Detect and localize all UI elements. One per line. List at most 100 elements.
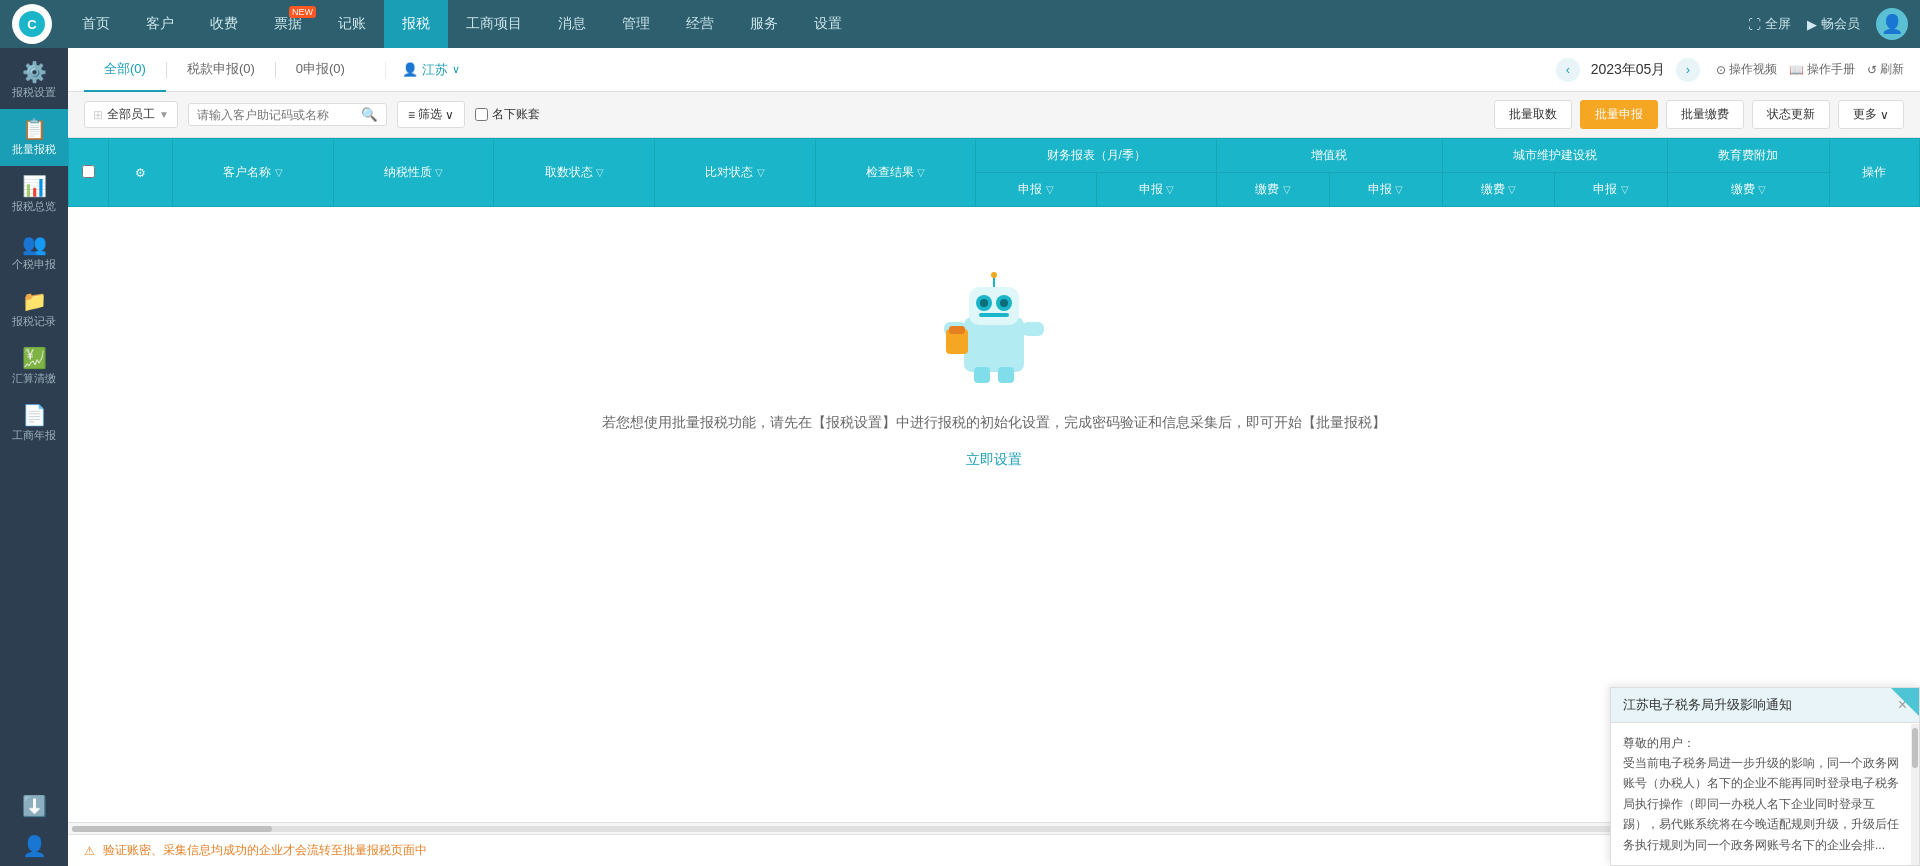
sidebar-item-tax-records[interactable]: 📁 报税记录: [0, 281, 68, 338]
notification-header: 江苏电子税务局升级影响通知 ×: [1611, 688, 1919, 723]
sidebar-item-settlement[interactable]: 💹 汇算清缴: [0, 338, 68, 395]
svg-rect-14: [949, 326, 965, 334]
nav-bookkeeping[interactable]: 记账: [320, 0, 384, 48]
nav-invoice[interactable]: 票据 NEW: [256, 0, 320, 48]
employee-select[interactable]: ⊞ 全部员工 ▼: [84, 101, 178, 128]
client-name-filter-icon[interactable]: ▽: [275, 167, 283, 178]
notification-body: 尊敬的用户： 受当前电子税务局进一步升级的影响，同一个政务网账号（办税人）名下的…: [1611, 723, 1919, 865]
tax-records-icon: 📁: [22, 291, 47, 311]
refresh-link[interactable]: ↺ 刷新: [1867, 61, 1904, 78]
app-logo[interactable]: C: [12, 4, 52, 44]
prev-arrow-icon: ‹: [1566, 62, 1570, 77]
next-month-button[interactable]: ›: [1676, 58, 1700, 82]
header-vat-pay: 缴费 ▽: [1217, 173, 1330, 207]
nav-operation[interactable]: 经营: [668, 0, 732, 48]
header-financial-report: 财务报表（月/季）: [976, 139, 1217, 173]
tax-settings-icon: ⚙️: [22, 62, 47, 82]
region-person-icon: 👤: [402, 62, 418, 77]
gear-icon[interactable]: ⚙: [135, 166, 146, 180]
setup-link[interactable]: 立即设置: [966, 451, 1022, 469]
vat-declare-filter-icon[interactable]: ▽: [1166, 184, 1174, 195]
sidebar-item-tax-summary[interactable]: 📊 报税总览: [0, 166, 68, 223]
robot-illustration: [934, 267, 1054, 390]
name-checkbox[interactable]: [475, 108, 488, 121]
sidebar: ⚙️ 报税设置 📋 批量报税 📊 报税总览 👥 个税申报 📁 报税记录 💹 汇算…: [0, 48, 68, 866]
nav-management[interactable]: 管理: [604, 0, 668, 48]
fetch-status-filter-icon[interactable]: ▽: [596, 167, 604, 178]
tab-zero-declare[interactable]: 0申报(0): [276, 48, 365, 92]
fin-declare-filter-icon[interactable]: ▽: [1046, 184, 1054, 195]
filter-icon: ≡: [408, 108, 415, 122]
nav-home[interactable]: 首页: [64, 0, 128, 48]
sidebar-item-personal-tax[interactable]: 👥 个税申报: [0, 224, 68, 281]
tab-all[interactable]: 全部(0): [84, 48, 166, 92]
region-select[interactable]: 👤 江苏 ∨: [385, 61, 472, 79]
nav-tax[interactable]: 报税: [384, 0, 448, 48]
video-icon: ⊙: [1716, 63, 1726, 77]
empty-text: 若您想使用批量报税功能，请先在【报税设置】中进行报税的初始化设置，完成密码验证和…: [602, 410, 1386, 435]
tabs-right: ⊙ 操作视频 📖 操作手册 ↺ 刷新: [1716, 61, 1904, 78]
filter-right: 批量取数 批量申报 批量缴费 状态更新 更多 ∨: [1494, 100, 1904, 129]
sidebar-item-batch-tax[interactable]: 📋 批量报税: [0, 109, 68, 166]
notif-scroll-thumb: [1912, 728, 1918, 768]
svg-point-7: [1000, 299, 1008, 307]
more-button[interactable]: 更多 ∨: [1838, 100, 1904, 129]
batch-declare-button[interactable]: 批量申报: [1580, 100, 1658, 129]
prev-month-button[interactable]: ‹: [1556, 58, 1580, 82]
nav-customer[interactable]: 客户: [128, 0, 192, 48]
member-button[interactable]: ▶ 畅会员: [1807, 15, 1860, 33]
nav-industry[interactable]: 工商项目: [448, 0, 540, 48]
batch-pay-button[interactable]: 批量缴费: [1666, 100, 1744, 129]
edu-declare-filter-icon[interactable]: ▽: [1621, 184, 1629, 195]
more-arrow-icon: ∨: [1880, 108, 1889, 122]
nav-items: 首页 客户 收费 票据 NEW 记账 报税 工商项目 消息 管理 经营 服务 设…: [64, 0, 1748, 48]
svg-rect-2: [964, 317, 1024, 372]
filter-row: ⊞ 全部员工 ▼ 🔍 ≡ 筛选 ∨ 名下账套 批量取数 批量申报 批量缴费: [68, 92, 1920, 138]
sidebar-item-download[interactable]: ⬇️: [0, 786, 68, 826]
compare-status-filter-icon[interactable]: ▽: [757, 167, 765, 178]
user-icon: 👤: [22, 836, 47, 856]
edu-pay-filter-icon[interactable]: ▽: [1758, 184, 1766, 195]
header-vat: 增值税: [1217, 139, 1442, 173]
nav-settings[interactable]: 设置: [796, 0, 860, 48]
scroll-thumb[interactable]: [72, 826, 272, 832]
search-button[interactable]: 🔍: [361, 107, 378, 122]
header-city-declare: 申报 ▽: [1329, 173, 1442, 207]
sidebar-item-user[interactable]: 👤: [0, 826, 68, 866]
nav-message[interactable]: 消息: [540, 0, 604, 48]
manual-link[interactable]: 📖 操作手册: [1789, 61, 1855, 78]
avatar[interactable]: 👤: [1876, 8, 1908, 40]
search-input-wrap: 🔍: [188, 103, 387, 126]
employee-arrow-icon: ▼: [159, 109, 169, 120]
filter-button[interactable]: ≡ 筛选 ∨: [397, 101, 465, 128]
fullscreen-button[interactable]: ⛶ 全屏: [1748, 15, 1791, 33]
city-pay-filter-icon[interactable]: ▽: [1508, 184, 1516, 195]
status-update-button[interactable]: 状态更新: [1752, 100, 1830, 129]
header-edu-declare: 申报 ▽: [1555, 173, 1668, 207]
empty-state: 若您想使用批量报税功能，请先在【报税设置】中进行报税的初始化设置，完成密码验证和…: [69, 207, 1920, 529]
city-declare-filter-icon[interactable]: ▽: [1395, 184, 1403, 195]
tax-nature-filter-icon[interactable]: ▽: [435, 167, 443, 178]
svg-point-9: [991, 272, 997, 278]
vat-pay-filter-icon[interactable]: ▽: [1283, 184, 1291, 195]
region-arrow-icon: ∨: [452, 63, 460, 76]
checkbox-wrap[interactable]: 名下账套: [475, 106, 540, 123]
tab-tax-declare[interactable]: 税款申报(0): [167, 48, 275, 92]
notif-scrollbar[interactable]: [1911, 724, 1919, 865]
header-operation: 操作: [1829, 139, 1919, 207]
check-result-filter-icon[interactable]: ▽: [917, 167, 925, 178]
personal-tax-icon: 👥: [22, 234, 47, 254]
header-compare-status: 比对状态 ▽: [655, 139, 816, 207]
sidebar-item-annual-report[interactable]: 📄 工商年报: [0, 395, 68, 452]
nav-billing[interactable]: 收费: [192, 0, 256, 48]
nav-service[interactable]: 服务: [732, 0, 796, 48]
batch-fetch-button[interactable]: 批量取数: [1494, 100, 1572, 129]
notification-panel: 江苏电子税务局升级影响通知 × 尊敬的用户： 受当前电子税务局进一步升级的影响，…: [1610, 687, 1920, 866]
download-icon: ⬇️: [22, 796, 47, 816]
search-input[interactable]: [197, 108, 357, 122]
header-checkbox: [69, 139, 109, 207]
sidebar-item-tax-settings[interactable]: ⚙️ 报税设置: [0, 52, 68, 109]
header-check-result: 检查结果 ▽: [815, 139, 976, 207]
video-link[interactable]: ⊙ 操作视频: [1716, 61, 1777, 78]
select-all-checkbox[interactable]: [82, 165, 95, 178]
